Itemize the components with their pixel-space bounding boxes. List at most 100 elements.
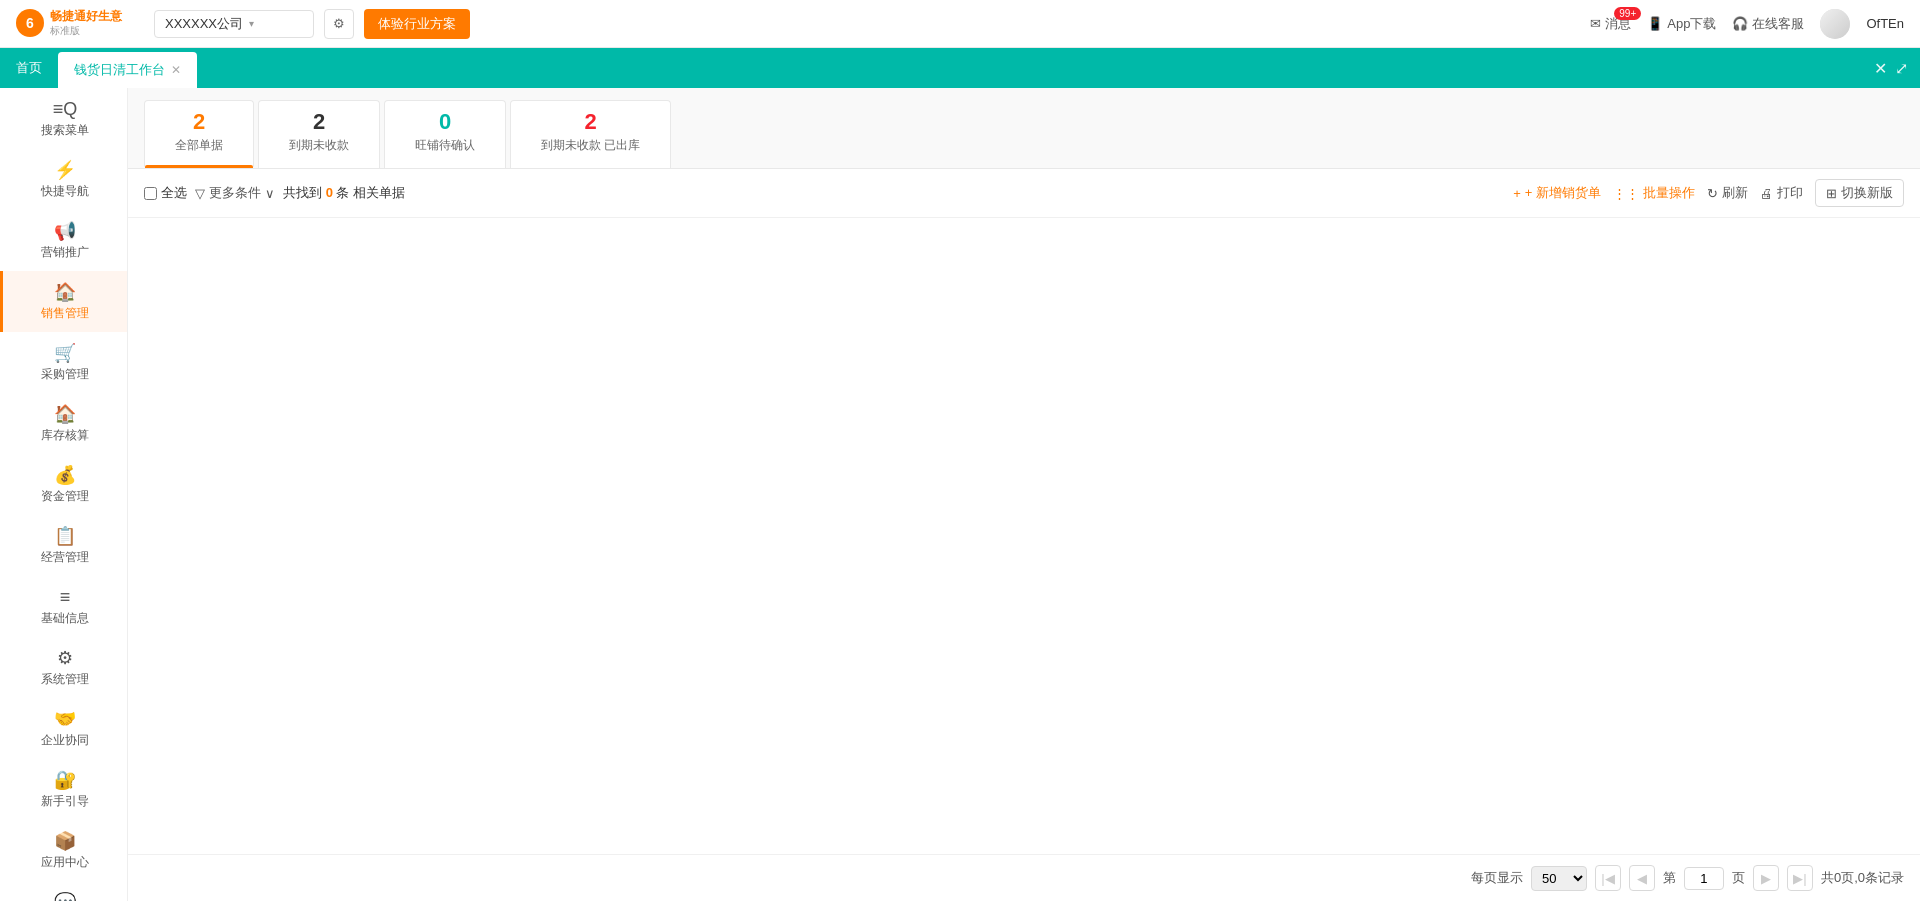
sidebar-item-basic[interactable]: ≡ 基础信息 xyxy=(0,576,127,637)
refresh-button[interactable]: ↻ 刷新 xyxy=(1707,184,1748,202)
checkbox-input[interactable] xyxy=(144,187,157,200)
sidebar: ≡Q 搜索菜单 ⚡ 快捷导航 📢 营销推广 🏠 销售管理 🛒 采购管理 🏠 库存… xyxy=(0,88,128,901)
avatar-image xyxy=(1820,9,1850,39)
collab-icon: 🤝 xyxy=(54,710,76,728)
phone-icon: 📱 xyxy=(1647,16,1663,31)
quicknav-icon: ⚡ xyxy=(54,161,76,179)
active-bar xyxy=(145,165,253,168)
filter-label: 更多条件 xyxy=(209,184,261,202)
filter-chevron-icon: ∨ xyxy=(265,186,275,201)
sidebar-item-finance-label: 资金管理 xyxy=(41,488,89,505)
tab-home-label: 首页 xyxy=(16,59,42,77)
filter-icon: ▽ xyxy=(195,186,205,201)
batch-label: 批量操作 xyxy=(1643,184,1695,202)
tab-bar-actions: ✕ ⤢ xyxy=(1874,59,1920,78)
refresh-label: 刷新 xyxy=(1722,184,1748,202)
sidebar-item-guide-label: 新手引导 xyxy=(41,793,89,810)
sidebar-item-marketing[interactable]: 📢 营销推广 xyxy=(0,210,127,271)
tab-minimize-icon[interactable]: ✕ xyxy=(1874,59,1887,78)
tab-maximize-icon[interactable]: ⤢ xyxy=(1895,59,1908,78)
add-label: + 新增销货单 xyxy=(1525,184,1601,202)
print-button[interactable]: 🖨 打印 xyxy=(1760,184,1803,202)
toolbar-right: + + 新增销货单 ⋮⋮ 批量操作 ↻ 刷新 🖨 打印 xyxy=(1513,179,1904,207)
next-page-button[interactable]: ▶ xyxy=(1753,865,1779,891)
stat-label-overdue: 到期未收款 xyxy=(289,137,349,154)
sidebar-item-collab[interactable]: 🤝 企业协同 xyxy=(0,698,127,759)
app-download-action[interactable]: 📱 App下载 xyxy=(1647,15,1716,33)
main-layout: ≡Q 搜索菜单 ⚡ 快捷导航 📢 营销推广 🏠 销售管理 🛒 采购管理 🏠 库存… xyxy=(0,88,1920,901)
result-text: 共找到 0 条 相关单据 xyxy=(283,184,405,202)
sidebar-item-finance[interactable]: 💰 资金管理 xyxy=(0,454,127,515)
tab-bar: 首页 钱货日清工作台 ✕ ✕ ⤢ xyxy=(0,48,1920,88)
last-page-button[interactable]: ▶| xyxy=(1787,865,1813,891)
tab-qhrc[interactable]: 钱货日清工作台 ✕ xyxy=(58,52,197,88)
logo-text: 畅捷通好生意 xyxy=(50,9,122,23)
sidebar-item-operations[interactable]: 📋 经营管理 xyxy=(0,515,127,576)
stat-count-shipped: 2 xyxy=(585,109,597,135)
page-input[interactable] xyxy=(1684,867,1724,890)
stat-label-shipped: 到期未收款 已出库 xyxy=(541,137,640,154)
company-selector[interactable]: XXXXXX公司 ▾ xyxy=(154,10,314,38)
operations-icon: 📋 xyxy=(54,527,76,545)
table-area xyxy=(128,218,1920,854)
result-count: 0 xyxy=(326,185,333,200)
sidebar-item-quicknav[interactable]: ⚡ 快捷导航 xyxy=(0,149,127,210)
content-inner: 2 全部单据 2 到期未收款 0 旺铺待确认 2 到期未收款 已出库 xyxy=(128,88,1920,901)
toolbar-left: 全选 ▽ 更多条件 ∨ 共找到 0 条 相关单据 xyxy=(144,184,405,202)
result-prefix: 共找到 xyxy=(283,185,322,200)
tab-qhrc-label: 钱货日清工作台 xyxy=(74,61,165,79)
header-right: ✉ 消息 99+ 📱 App下载 🎧 在线客服 OfTEn xyxy=(1590,9,1904,39)
batch-action-button[interactable]: ⋮⋮ 批量操作 xyxy=(1613,184,1695,202)
add-order-button[interactable]: + + 新增销货单 xyxy=(1513,184,1601,202)
page-suffix: 页 xyxy=(1732,869,1745,887)
tab-close-icon[interactable]: ✕ xyxy=(171,63,181,77)
header-left: 6 畅捷通好生意 标准版 XXXXXX公司 ▾ ⚙ 体验行业方案 xyxy=(16,9,470,39)
sidebar-item-purchase[interactable]: 🛒 采购管理 xyxy=(0,332,127,393)
message-icon: ✉ xyxy=(1590,16,1601,31)
sidebar-item-appstore[interactable]: 📦 应用中心 xyxy=(0,820,127,881)
stat-tab-all[interactable]: 2 全部单据 xyxy=(144,100,254,168)
select-all-checkbox[interactable]: 全选 xyxy=(144,184,187,202)
switch-icon: ⊞ xyxy=(1826,186,1837,201)
switch-version-button[interactable]: ⊞ 切换新版 xyxy=(1815,179,1904,207)
experience-btn[interactable]: 体验行业方案 xyxy=(364,9,470,39)
avatar[interactable] xyxy=(1820,9,1850,39)
online-service-action[interactable]: 🎧 在线客服 xyxy=(1732,15,1804,33)
settings-button[interactable]: ⚙ xyxy=(324,9,354,39)
basic-icon: ≡ xyxy=(60,588,71,606)
content-area: 2 全部单据 2 到期未收款 0 旺铺待确认 2 到期未收款 已出库 xyxy=(128,88,1920,901)
stat-tab-shipped[interactable]: 2 到期未收款 已出库 xyxy=(510,100,671,168)
first-page-button[interactable]: |◀ xyxy=(1595,865,1621,891)
stat-count-all: 2 xyxy=(193,109,205,135)
stat-tab-overdue[interactable]: 2 到期未收款 xyxy=(258,100,380,168)
page-label: 第 xyxy=(1663,869,1676,887)
marketing-icon: 📢 xyxy=(54,222,76,240)
select-all-label: 全选 xyxy=(161,184,187,202)
stat-tab-pending[interactable]: 0 旺铺待确认 xyxy=(384,100,506,168)
sidebar-item-inventory[interactable]: 🏠 库存核算 xyxy=(0,393,127,454)
stat-count-overdue: 2 xyxy=(313,109,325,135)
page-size-prefix: 每页显示 xyxy=(1471,869,1523,887)
sidebar-item-operations-label: 经营管理 xyxy=(41,549,89,566)
prev-page-button[interactable]: ◀ xyxy=(1629,865,1655,891)
sidebar-item-system[interactable]: ⚙ 系统管理 xyxy=(0,637,127,698)
sales-icon: 🏠 xyxy=(54,283,76,301)
weixin-icon: 💬 xyxy=(54,893,76,901)
company-name: XXXXXX公司 xyxy=(165,15,243,33)
tab-home[interactable]: 首页 xyxy=(0,48,58,88)
sidebar-item-sales[interactable]: 🏠 销售管理 xyxy=(0,271,127,332)
sidebar-item-search[interactable]: ≡Q 搜索菜单 xyxy=(0,88,127,149)
message-action[interactable]: ✉ 消息 99+ xyxy=(1590,15,1631,33)
result-unit: 条 xyxy=(336,185,349,200)
result-suffix: 相关单据 xyxy=(353,185,405,200)
appstore-icon: 📦 xyxy=(54,832,76,850)
filter-button[interactable]: ▽ 更多条件 ∨ xyxy=(195,184,275,202)
add-icon: + xyxy=(1513,186,1521,201)
page-size-select[interactable]: 50 20 100 xyxy=(1531,866,1587,891)
sidebar-item-weixin[interactable]: 💬 企业微信 xyxy=(0,881,127,901)
pagination: 每页显示 50 20 100 |◀ ◀ 第 页 ▶ ▶| 共0页,0条记录 xyxy=(128,854,1920,901)
sidebar-item-guide[interactable]: 🔐 新手引导 xyxy=(0,759,127,820)
sidebar-item-basic-label: 基础信息 xyxy=(41,610,89,627)
purchase-icon: 🛒 xyxy=(54,344,76,362)
message-badge: 99+ xyxy=(1614,7,1641,20)
